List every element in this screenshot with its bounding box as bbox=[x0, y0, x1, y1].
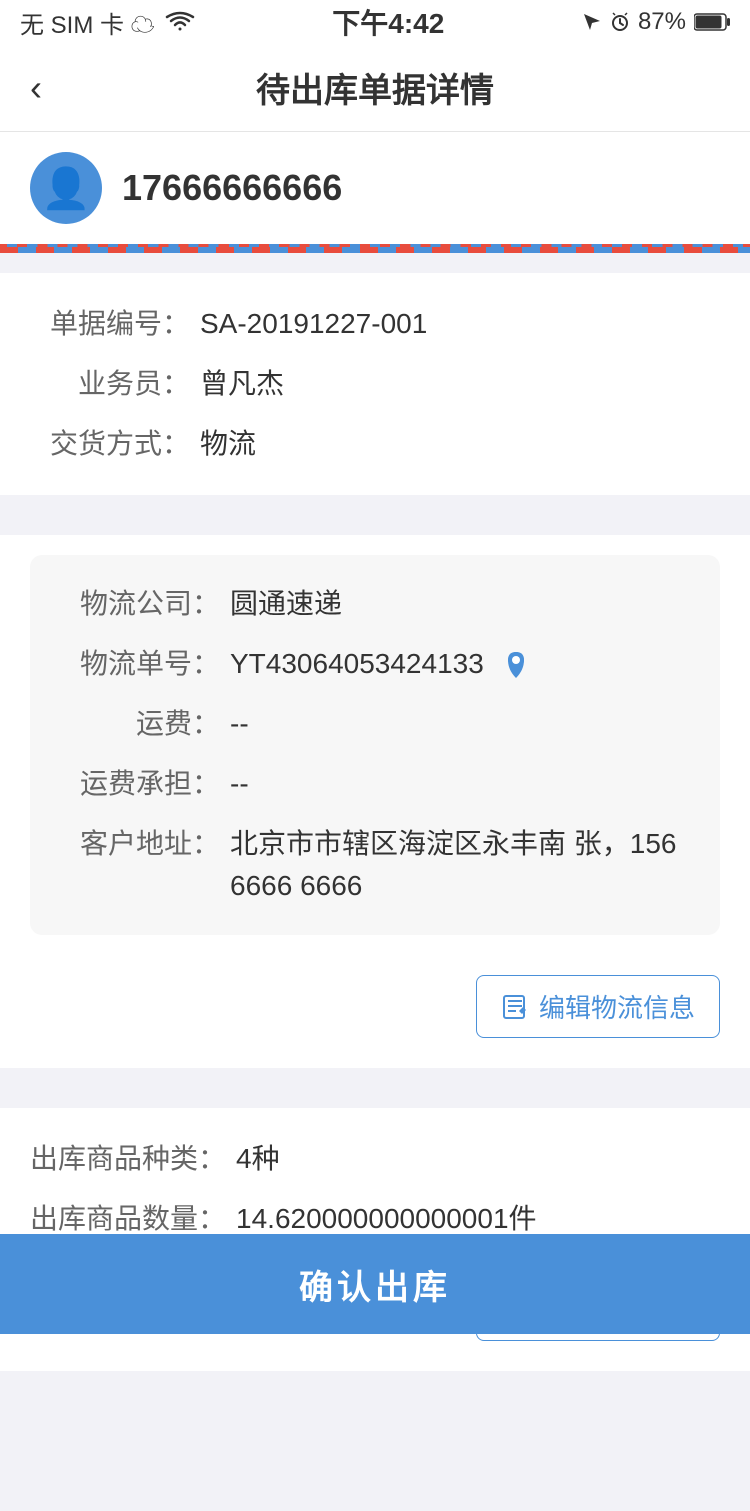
wifi-icon bbox=[165, 11, 195, 33]
battery-percent: 87% bbox=[638, 8, 686, 36]
tracking-number-row: 物流单号： YT43064053424133 bbox=[60, 643, 690, 685]
delivery-method-value: 物流 bbox=[190, 423, 720, 465]
nav-bar: ‹ 待出库单据详情 bbox=[0, 44, 750, 132]
location-pin-icon[interactable] bbox=[498, 646, 534, 682]
goods-type-row: 出库商品种类： 4种 bbox=[30, 1138, 720, 1180]
document-info-section: 单据编号： SA-20191227-001 业务员： 曾凡杰 交货方式： 物流 bbox=[0, 273, 750, 495]
tracking-number-value: YT43064053424133 bbox=[220, 643, 690, 685]
goods-type-label: 出库商品种类： bbox=[30, 1138, 226, 1180]
freight-bearer-row: 运费承担： -- bbox=[60, 763, 690, 805]
address-row: 客户地址： 北京市市辖区海淀区永丰南 张，156 6666 6666 bbox=[60, 823, 690, 907]
section-divider-1 bbox=[0, 515, 750, 535]
tracking-number-label: 物流单号： bbox=[60, 643, 220, 685]
address-value: 北京市市辖区海淀区永丰南 张，156 6666 6666 bbox=[220, 823, 690, 907]
back-icon: ‹ bbox=[30, 67, 42, 108]
salesman-row: 业务员： 曾凡杰 bbox=[30, 363, 720, 405]
back-button[interactable]: ‹ bbox=[30, 67, 42, 109]
logistics-company-label: 物流公司： bbox=[60, 583, 220, 625]
status-bar: 无 SIM 卡 ☁ 下午4:42 87% bbox=[0, 0, 750, 44]
freight-label: 运费： bbox=[60, 703, 220, 745]
location-arrow-icon bbox=[582, 12, 602, 32]
logistics-card: 物流公司： 圆通速递 物流单号： YT43064053424133 bbox=[30, 555, 720, 935]
salesman-value: 曾凡杰 bbox=[190, 363, 720, 405]
status-bar-time: 下午4:42 bbox=[332, 2, 444, 42]
address-label: 客户地址： bbox=[60, 823, 220, 865]
avatar: 👤 bbox=[30, 152, 102, 224]
sim-status: 无 SIM 卡 ☁ bbox=[20, 5, 155, 40]
page-title: 待出库单据详情 bbox=[256, 63, 494, 112]
freight-value: -- bbox=[220, 703, 690, 745]
logistics-company-row: 物流公司： 圆通速递 bbox=[60, 583, 690, 625]
confirm-button-label: 确认出库 bbox=[299, 1260, 451, 1309]
section-divider-2 bbox=[0, 1088, 750, 1108]
doc-number-row: 单据编号： SA-20191227-001 bbox=[30, 303, 720, 345]
doc-number-label: 单据编号： bbox=[30, 303, 190, 345]
customer-header-section: 👤 17666666666 bbox=[0, 132, 750, 253]
salesman-label: 业务员： bbox=[30, 363, 190, 405]
customer-header: 👤 17666666666 bbox=[0, 132, 750, 247]
logistics-company-value: 圆通速递 bbox=[220, 583, 690, 625]
document-info: 单据编号： SA-20191227-001 业务员： 曾凡杰 交货方式： 物流 bbox=[0, 273, 750, 495]
bottom-spacer bbox=[0, 1391, 750, 1511]
alarm-icon bbox=[610, 12, 630, 32]
freight-row: 运费： -- bbox=[60, 703, 690, 745]
person-icon: 👤 bbox=[41, 165, 91, 212]
edit-logistics-label: 编辑物流信息 bbox=[539, 988, 695, 1025]
freight-bearer-label: 运费承担： bbox=[60, 763, 220, 805]
logistics-section: 物流公司： 圆通速递 物流单号： YT43064053424133 bbox=[0, 535, 750, 1068]
edit-icon bbox=[501, 993, 529, 1021]
logistics-card-wrapper: 物流公司： 圆通速递 物流单号： YT43064053424133 bbox=[0, 535, 750, 935]
battery-icon bbox=[694, 13, 730, 31]
goods-type-value: 4种 bbox=[226, 1138, 720, 1180]
delivery-method-label: 交货方式： bbox=[30, 423, 190, 465]
edit-logistics-button[interactable]: 编辑物流信息 bbox=[476, 975, 720, 1038]
status-bar-right: 87% bbox=[582, 8, 730, 36]
freight-bearer-value: -- bbox=[220, 763, 690, 805]
doc-number-value: SA-20191227-001 bbox=[190, 303, 720, 345]
confirm-bar[interactable]: 确认出库 bbox=[0, 1234, 750, 1334]
delivery-method-row: 交货方式： 物流 bbox=[30, 423, 720, 465]
customer-phone: 17666666666 bbox=[122, 167, 342, 209]
dashed-divider bbox=[0, 247, 750, 253]
status-bar-left: 无 SIM 卡 ☁ bbox=[20, 5, 195, 40]
edit-btn-wrapper: 编辑物流信息 bbox=[0, 955, 750, 1068]
